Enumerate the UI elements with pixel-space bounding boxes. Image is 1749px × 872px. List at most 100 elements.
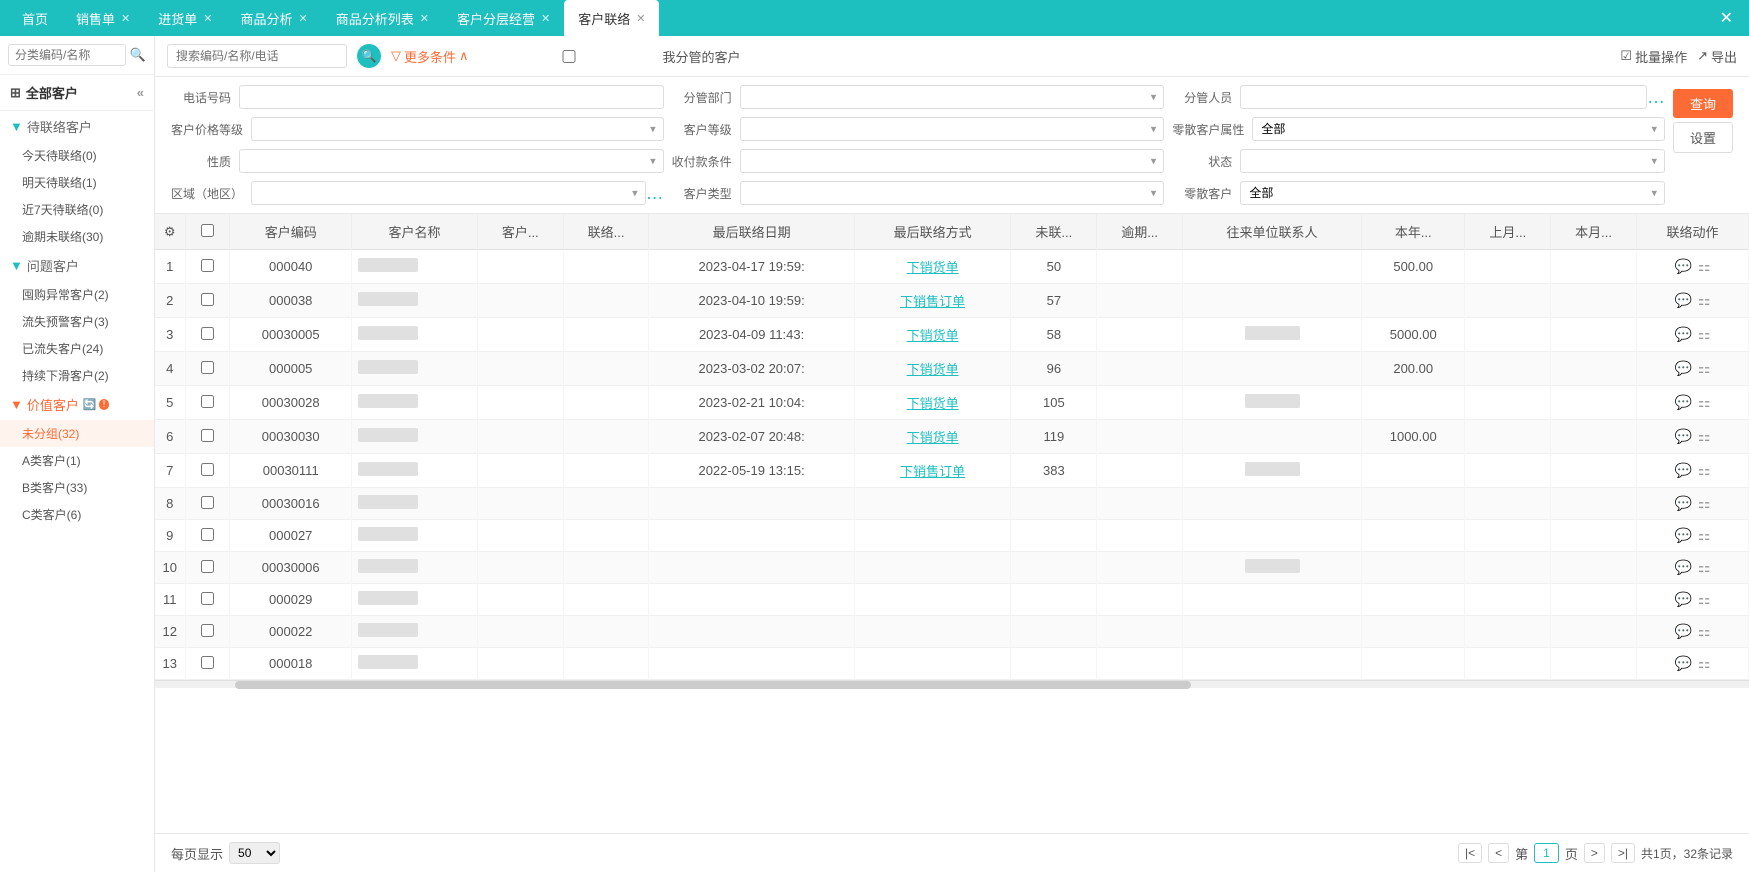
more-icon[interactable]: ⚏ bbox=[1698, 326, 1711, 343]
sidebar-group-pending[interactable]: ▼ 待联络客户 bbox=[0, 111, 154, 142]
region-select[interactable] bbox=[251, 181, 646, 205]
export-btn[interactable]: ↗ 导出 bbox=[1697, 47, 1737, 66]
chat-icon[interactable]: 💬 bbox=[1674, 655, 1691, 672]
checkbox-col[interactable] bbox=[185, 214, 230, 250]
chat-icon[interactable]: 💬 bbox=[1674, 527, 1691, 544]
more-icon[interactable]: ⚏ bbox=[1698, 559, 1711, 576]
batch-op-btn[interactable]: ☑ 批量操作 bbox=[1620, 47, 1687, 66]
sidebar-item-churned[interactable]: 已流失客户(24) bbox=[0, 335, 154, 362]
row-checkbox[interactable] bbox=[185, 584, 230, 616]
more-icon[interactable]: ⚏ bbox=[1698, 394, 1711, 411]
chat-icon[interactable]: 💬 bbox=[1674, 623, 1691, 640]
scatter-cust-select[interactable]: 全部 bbox=[1240, 181, 1665, 205]
search-input[interactable] bbox=[167, 44, 347, 68]
manager-more-icon[interactable]: … bbox=[1647, 87, 1665, 108]
more-icon[interactable]: ⚏ bbox=[1698, 655, 1711, 672]
row-checkbox[interactable] bbox=[185, 318, 230, 352]
sidebar-all-customers[interactable]: ⊞ 全部客户 « bbox=[0, 75, 154, 111]
tab-customer-tier[interactable]: 客户分层经营 ✕ bbox=[443, 0, 564, 36]
sidebar-item-tomorrow[interactable]: 明天待联络(1) bbox=[0, 169, 154, 196]
more-icon[interactable]: ⚏ bbox=[1698, 462, 1711, 479]
more-conditions-btn[interactable]: ▽ 更多条件 ∧ bbox=[391, 47, 469, 66]
current-page[interactable]: 1 bbox=[1534, 843, 1559, 863]
sidebar-item-class-b[interactable]: B类客户(33) bbox=[0, 474, 154, 501]
row-checkbox[interactable] bbox=[185, 520, 230, 552]
next-page-btn[interactable]: > bbox=[1584, 843, 1605, 863]
tab-customer-tier-close[interactable]: ✕ bbox=[541, 12, 550, 25]
chat-icon[interactable]: 💬 bbox=[1674, 326, 1691, 343]
nature-select[interactable] bbox=[239, 149, 664, 173]
more-icon[interactable]: ⚏ bbox=[1698, 292, 1711, 309]
row-checkbox[interactable] bbox=[185, 648, 230, 680]
chat-icon[interactable]: 💬 bbox=[1674, 258, 1691, 275]
payment-select[interactable] bbox=[740, 149, 1165, 173]
chat-icon[interactable]: 💬 bbox=[1674, 591, 1691, 608]
my-customers-checkbox[interactable] bbox=[479, 50, 659, 63]
prev-page-btn[interactable]: < bbox=[1488, 843, 1509, 863]
tab-purchase-close[interactable]: ✕ bbox=[203, 12, 212, 25]
cust-type-select[interactable] bbox=[740, 181, 1165, 205]
collapse-icon[interactable]: « bbox=[137, 85, 144, 100]
sidebar-search-icon[interactable]: 🔍 bbox=[130, 47, 146, 63]
chat-icon[interactable]: 💬 bbox=[1674, 462, 1691, 479]
first-page-btn[interactable]: |< bbox=[1458, 843, 1482, 863]
tab-purchase[interactable]: 进货单 ✕ bbox=[144, 0, 226, 36]
tab-product-list[interactable]: 商品分析列表 ✕ bbox=[322, 0, 443, 36]
my-customers-checkbox-label[interactable]: 我分管的客户 bbox=[479, 47, 741, 66]
tab-customer-contact-close[interactable]: ✕ bbox=[636, 12, 645, 25]
tab-product-analysis-close[interactable]: ✕ bbox=[299, 12, 308, 25]
search-button[interactable]: 🔍 bbox=[357, 44, 381, 68]
more-icon[interactable]: ⚏ bbox=[1698, 428, 1711, 445]
row-checkbox[interactable] bbox=[185, 454, 230, 488]
sidebar-item-class-a[interactable]: A类客户(1) bbox=[0, 447, 154, 474]
sidebar-item-unclassified[interactable]: 未分组(32) bbox=[0, 420, 154, 447]
cust-grade-select[interactable] bbox=[740, 117, 1165, 141]
row-checkbox[interactable] bbox=[185, 552, 230, 584]
status-select[interactable] bbox=[1240, 149, 1665, 173]
sidebar-item-churn-warning[interactable]: 流失预警客户(3) bbox=[0, 308, 154, 335]
more-icon[interactable]: ⚏ bbox=[1698, 495, 1711, 512]
settings-col[interactable]: ⚙ bbox=[155, 214, 185, 250]
sidebar-item-class-c[interactable]: C类客户(6) bbox=[0, 501, 154, 528]
more-icon[interactable]: ⚏ bbox=[1698, 527, 1711, 544]
tab-product-analysis[interactable]: 商品分析 ✕ bbox=[226, 0, 321, 36]
price-grade-select[interactable] bbox=[251, 117, 664, 141]
chat-icon[interactable]: 💬 bbox=[1674, 394, 1691, 411]
more-icon[interactable]: ⚏ bbox=[1698, 360, 1711, 377]
sidebar-item-abnormal[interactable]: 囤购异常客户(2) bbox=[0, 281, 154, 308]
chat-icon[interactable]: 💬 bbox=[1674, 292, 1691, 309]
query-button[interactable]: 查询 bbox=[1673, 89, 1733, 118]
row-checkbox[interactable] bbox=[185, 616, 230, 648]
sidebar-item-7days[interactable]: 近7天待联络(0) bbox=[0, 196, 154, 223]
horizontal-scrollbar[interactable] bbox=[155, 680, 1749, 688]
sidebar-item-today[interactable]: 今天待联络(0) bbox=[0, 142, 154, 169]
chat-icon[interactable]: 💬 bbox=[1674, 495, 1691, 512]
manager-input[interactable] bbox=[1240, 85, 1647, 109]
sidebar-search-input[interactable] bbox=[8, 44, 126, 66]
tab-home[interactable]: 首页 bbox=[8, 0, 62, 36]
row-checkbox[interactable] bbox=[185, 284, 230, 318]
more-icon[interactable]: ⚏ bbox=[1698, 623, 1711, 640]
select-all-checkbox[interactable] bbox=[201, 224, 214, 237]
chat-icon[interactable]: 💬 bbox=[1674, 559, 1691, 576]
row-checkbox[interactable] bbox=[185, 488, 230, 520]
tab-product-list-close[interactable]: ✕ bbox=[420, 12, 429, 25]
tab-customer-contact[interactable]: 客户联络 ✕ bbox=[564, 0, 659, 36]
more-icon[interactable]: ⚏ bbox=[1698, 258, 1711, 275]
last-page-btn[interactable]: >| bbox=[1611, 843, 1635, 863]
tab-bar-close-btn[interactable]: ✕ bbox=[1712, 8, 1741, 28]
sidebar-item-declining[interactable]: 持续下滑客户(2) bbox=[0, 362, 154, 389]
scatter-attr-select[interactable]: 全部 bbox=[1252, 117, 1665, 141]
row-checkbox[interactable] bbox=[185, 420, 230, 454]
tab-sales[interactable]: 销售单 ✕ bbox=[62, 0, 144, 36]
sidebar-group-problem[interactable]: ▼ 问题客户 bbox=[0, 250, 154, 281]
sidebar-group-value[interactable]: ▼ 价值客户 🔄 ! bbox=[0, 389, 154, 420]
reset-button[interactable]: 设置 bbox=[1673, 122, 1733, 153]
more-icon[interactable]: ⚏ bbox=[1698, 591, 1711, 608]
page-size-select[interactable]: 50 100 bbox=[229, 842, 280, 864]
phone-input[interactable] bbox=[239, 85, 664, 109]
row-checkbox[interactable] bbox=[185, 250, 230, 284]
row-checkbox[interactable] bbox=[185, 386, 230, 420]
sidebar-item-overdue[interactable]: 逾期未联络(30) bbox=[0, 223, 154, 250]
row-checkbox[interactable] bbox=[185, 352, 230, 386]
